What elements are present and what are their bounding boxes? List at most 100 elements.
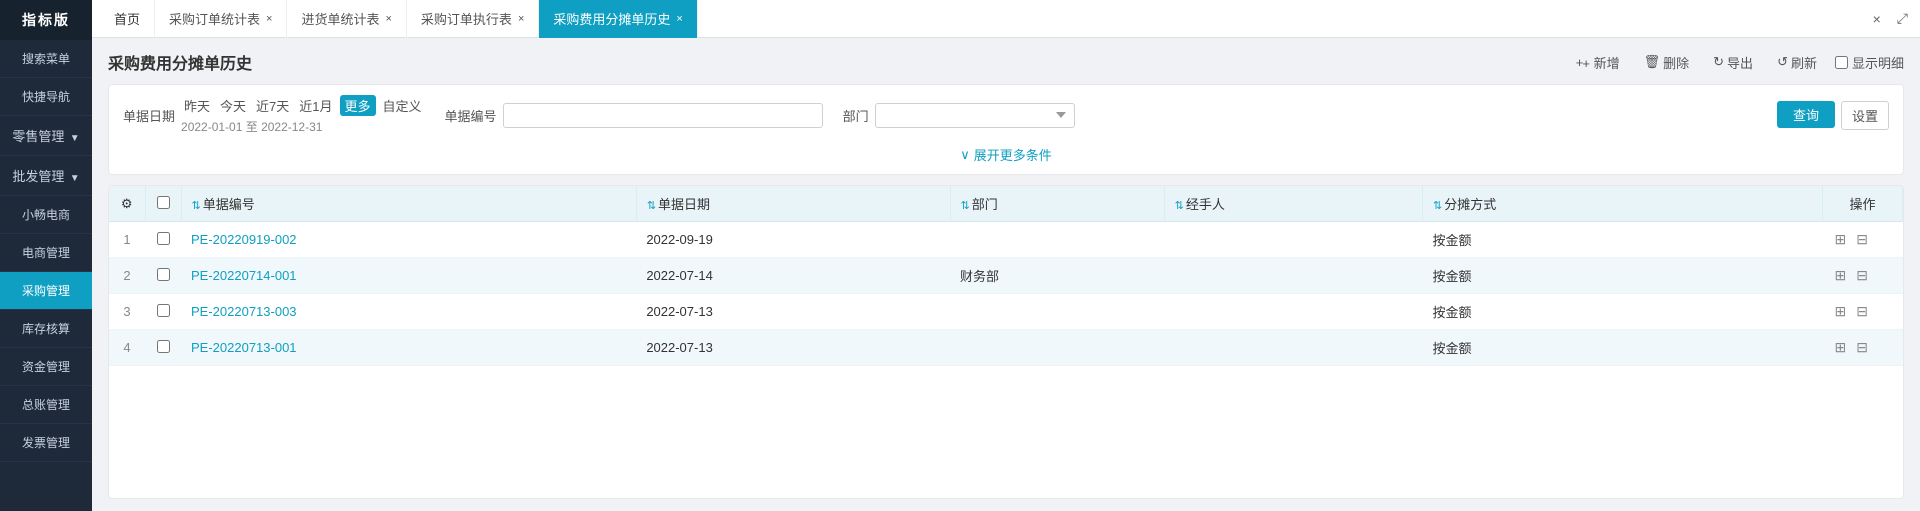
expand-more-button[interactable]: ∨ 展开更多条件 (960, 145, 1052, 164)
row-date: 2022-07-13 (636, 330, 950, 366)
last1month-shortcut[interactable]: 近1月 (296, 95, 335, 116)
add-button[interactable]: + + 新增 (1570, 51, 1626, 74)
row-actions: ⊞ ⊟ (1823, 294, 1903, 330)
date-filter-col: 昨天 今天 近7天 近1月 更多 自定义 2022-01-01 至 2022-1… (181, 95, 425, 135)
today-shortcut[interactable]: 今天 (217, 95, 249, 116)
th-dept[interactable]: ⇅部门 (950, 186, 1164, 222)
more-action-icon[interactable]: ⊟ (1854, 265, 1870, 286)
row-num: 2 (109, 258, 145, 294)
table-row: 2 PE-20220714-001 2022-07-14 财务部 按金额 ⊞ ⊟ (109, 258, 1903, 294)
tab-purchase-fee-history[interactable]: 采购费用分摊单历史 × (539, 0, 697, 38)
row-method: 按金额 (1423, 330, 1823, 366)
more-action-icon[interactable]: ⊟ (1854, 229, 1870, 250)
row-handler (1164, 294, 1422, 330)
more-action-icon[interactable]: ⊟ (1854, 337, 1870, 358)
row-date: 2022-07-14 (636, 258, 950, 294)
row-checkbox[interactable] (157, 340, 170, 353)
sort-icon: ⇅ (1175, 200, 1184, 212)
row-num: 4 (109, 330, 145, 366)
row-order-no: PE-20220919-002 (181, 222, 636, 258)
tab-purchase-order-stats[interactable]: 采购订单统计表 × (155, 0, 287, 38)
last7days-shortcut[interactable]: 近7天 (253, 95, 292, 116)
close-icon[interactable]: × (676, 13, 682, 25)
th-settings[interactable]: ⚙ (109, 186, 145, 222)
close-icon[interactable]: × (385, 13, 391, 25)
sidebar-logo: 指标版 (0, 0, 92, 40)
order-no-link[interactable]: PE-20220713-003 (191, 304, 297, 319)
close-window-icon[interactable]: × (1869, 9, 1885, 29)
row-checkbox-cell[interactable] (145, 294, 181, 330)
tab-bar: 首页 采购订单统计表 × 进货单统计表 × 采购订单执行表 × 采购费用分摊单历… (92, 0, 1920, 38)
sort-icon: ⇅ (647, 200, 656, 212)
close-icon[interactable]: × (518, 13, 524, 25)
row-checkbox-cell[interactable] (145, 222, 181, 258)
table-header-row: ⚙ ⇅单据编号 ⇅单据日期 ⇅部门 ⇅经手人 ⇅分摊方式 操作 (109, 186, 1903, 222)
sidebar-item-purchase[interactable]: 采购管理 (0, 272, 92, 310)
show-columns-checkbox[interactable]: 显示明细 (1835, 53, 1904, 72)
th-handler[interactable]: ⇅经手人 (1164, 186, 1422, 222)
row-dept (950, 294, 1164, 330)
sidebar-item-quicknav[interactable]: 快捷导航 (0, 78, 92, 116)
row-checkbox-cell[interactable] (145, 258, 181, 294)
order-no-link[interactable]: PE-20220919-002 (191, 232, 297, 247)
order-no-link[interactable]: PE-20220713-001 (191, 340, 297, 355)
tab-purchase-order-exec[interactable]: 采购订单执行表 × (407, 0, 539, 38)
query-button[interactable]: 查询 (1777, 101, 1835, 128)
th-method[interactable]: ⇅分摊方式 (1423, 186, 1823, 222)
view-action-icon[interactable]: ⊞ (1833, 229, 1849, 250)
tab-inbound-stats[interactable]: 进货单统计表 × (287, 0, 406, 38)
sidebar-item-finance[interactable]: 资金管理 (0, 348, 92, 386)
date-label: 单据日期 (123, 106, 175, 125)
order-no-filter-group: 单据编号 (445, 103, 823, 128)
more-action-icon[interactable]: ⊟ (1854, 301, 1870, 322)
view-action-icon[interactable]: ⊞ (1833, 301, 1849, 322)
sidebar-item-invoice[interactable]: 发票管理 (0, 424, 92, 462)
data-table-area: ⚙ ⇅单据编号 ⇅单据日期 ⇅部门 ⇅经手人 ⇅分摊方式 操作 1 PE-202… (108, 185, 1904, 499)
custom-shortcut[interactable]: 自定义 (380, 95, 425, 116)
order-no-input[interactable] (503, 103, 823, 128)
dept-filter-group: 部门 (843, 103, 1075, 128)
date-shortcuts: 昨天 今天 近7天 近1月 更多 自定义 (181, 95, 425, 116)
row-handler (1164, 258, 1422, 294)
sidebar-item-wholesale[interactable]: 批发管理 ▼ (0, 156, 92, 196)
sidebar: 指标版 搜索菜单 快捷导航 零售管理 ▼ 批发管理 ▼ 小畅电商 电商管理 采购… (0, 0, 92, 511)
view-action-icon[interactable]: ⊞ (1833, 337, 1849, 358)
row-dept: 财务部 (950, 258, 1164, 294)
dept-select[interactable] (875, 103, 1075, 128)
refresh-button[interactable]: ↺ 刷新 (1771, 51, 1823, 74)
row-order-no: PE-20220714-001 (181, 258, 636, 294)
sidebar-item-search[interactable]: 搜索菜单 (0, 40, 92, 78)
row-checkbox[interactable] (157, 232, 170, 245)
th-order-no[interactable]: ⇅单据编号 (181, 186, 636, 222)
export-button[interactable]: ↻ 导出 (1707, 51, 1759, 74)
row-num: 1 (109, 222, 145, 258)
maximize-window-icon[interactable]: ⤢ (1893, 8, 1912, 29)
sidebar-item-ecommerce[interactable]: 电商管理 (0, 234, 92, 272)
row-actions: ⊞ ⊟ (1823, 222, 1903, 258)
row-checkbox[interactable] (157, 268, 170, 281)
th-date[interactable]: ⇅单据日期 (636, 186, 950, 222)
select-all-checkbox[interactable] (157, 196, 170, 209)
sidebar-item-retail[interactable]: 零售管理 ▼ (0, 116, 92, 156)
show-columns-input[interactable] (1835, 56, 1848, 69)
sidebar-item-accounting[interactable]: 总账管理 (0, 386, 92, 424)
row-checkbox-cell[interactable] (145, 330, 181, 366)
view-action-icon[interactable]: ⊞ (1833, 265, 1849, 286)
tab-home[interactable]: 首页 (100, 0, 155, 38)
sidebar-item-inventory[interactable]: 库存核算 (0, 310, 92, 348)
row-checkbox[interactable] (157, 304, 170, 317)
row-date: 2022-07-13 (636, 294, 950, 330)
sidebar-item-miniapp[interactable]: 小畅电商 (0, 196, 92, 234)
refresh-icon: ↺ (1777, 54, 1788, 70)
delete-button[interactable]: 🗑 删除 (1638, 51, 1696, 74)
row-method: 按金额 (1423, 258, 1823, 294)
order-no-link[interactable]: PE-20220714-001 (191, 268, 297, 283)
sort-icon: ⇅ (1433, 200, 1442, 212)
close-icon[interactable]: × (266, 13, 272, 25)
more-shortcut[interactable]: 更多 (340, 95, 376, 116)
sort-icon: ⇅ (192, 200, 201, 212)
yesterday-shortcut[interactable]: 昨天 (181, 95, 213, 116)
settings-button[interactable]: 设置 (1841, 101, 1889, 130)
export-icon: ↻ (1713, 54, 1724, 70)
th-checkbox[interactable] (145, 186, 181, 222)
